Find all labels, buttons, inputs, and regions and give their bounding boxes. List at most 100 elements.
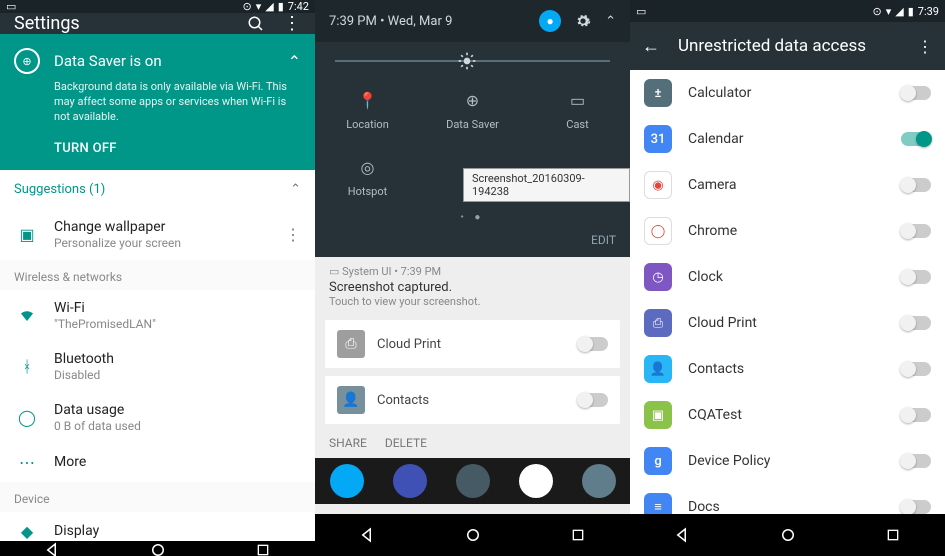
home-button[interactable] (149, 541, 167, 556)
quick-settings-shade: 7:39 PM • Wed, Mar 9 ● ⌃ 📍 Location ⊕ D (315, 0, 630, 257)
app-row[interactable]: ≡Docs (630, 484, 945, 514)
notif-title[interactable]: Screenshot captured. (315, 280, 630, 295)
app-row[interactable]: ▣CQATest (630, 392, 945, 438)
home-button[interactable] (464, 526, 482, 544)
app-row[interactable]: ±Calculator (630, 70, 945, 116)
dock-messages-icon[interactable] (393, 464, 427, 498)
wifi-row[interactable]: Wi-Fi "ThePromisedLAN" (0, 290, 315, 341)
chevron-up-icon[interactable]: ⌃ (605, 14, 616, 29)
toggle[interactable] (901, 270, 931, 284)
dock (315, 458, 630, 504)
tile-cast[interactable]: ▭ Cast (525, 78, 630, 145)
overflow-icon[interactable]: ⋮ (917, 37, 933, 56)
page-title: Settings (14, 13, 229, 34)
dock-camera-icon[interactable] (582, 464, 616, 498)
wifi-icon (14, 306, 40, 324)
hotspot-icon: ◎ (361, 155, 375, 179)
more-row[interactable]: ⋯ More (0, 443, 315, 482)
search-icon[interactable] (247, 15, 265, 33)
display-icon: ◆ (14, 522, 40, 541)
app-row[interactable]: gDevice Policy (630, 438, 945, 484)
back-button[interactable] (674, 526, 692, 544)
data-usage-row[interactable]: ◯ Data usage 0 B of data used (0, 392, 315, 443)
tile-hotspot[interactable]: ◎ Hotspot (315, 145, 420, 212)
chevron-up-icon[interactable]: ⌃ (288, 52, 301, 71)
status-time: 7:39 (918, 5, 939, 18)
toggle[interactable] (901, 86, 931, 100)
dock-apps-icon[interactable] (456, 464, 490, 498)
app-bar: ← Unrestricted data access ⋮ (630, 22, 945, 70)
back-button[interactable] (359, 526, 377, 544)
tile-label: Data Saver (446, 118, 499, 131)
app-row[interactable]: ◉Camera (630, 162, 945, 208)
screenshot-toast: Screenshot_20160309-194238 (463, 168, 630, 202)
toggle[interactable] (901, 362, 931, 376)
app-icon: ⎙ (644, 309, 672, 337)
overflow-icon[interactable]: ⋮ (283, 13, 301, 34)
edit-button[interactable]: EDIT (315, 227, 630, 257)
wallpaper-icon: ▣ (14, 225, 40, 244)
tile-location[interactable]: 📍 Location (315, 78, 420, 145)
toggle[interactable] (578, 337, 608, 351)
app-row[interactable]: ◷Clock (630, 254, 945, 300)
app-row[interactable]: ◯Chrome (630, 208, 945, 254)
screenshot-icon: ▭ (636, 5, 646, 18)
turn-off-button[interactable]: TURN OFF (54, 141, 301, 156)
more-icon: ⋯ (14, 453, 40, 472)
dock-chrome-icon[interactable] (519, 464, 553, 498)
app-row[interactable]: 31Calendar (630, 116, 945, 162)
gear-icon[interactable] (575, 13, 591, 29)
toggle[interactable] (901, 132, 931, 146)
data-saver-banner[interactable]: ⊕ Data Saver is on ⌃ Background data is … (0, 34, 315, 170)
toggle[interactable] (901, 178, 931, 192)
banner-title: Data Saver is on (54, 52, 288, 70)
brightness-icon[interactable] (457, 51, 477, 71)
bluetooth-row[interactable]: ᚼ Bluetooth Disabled (0, 341, 315, 392)
app-label: Docs (688, 499, 901, 514)
home-button[interactable] (779, 526, 797, 544)
data-saver-icon: ⊕ (466, 88, 479, 112)
recents-button[interactable] (570, 527, 586, 543)
quick-settings-panel: 7:39 PM • Wed, Mar 9 ● ⌃ 📍 Location ⊕ D (315, 0, 630, 556)
page-title: Unrestricted data access (678, 36, 917, 56)
toggle[interactable] (901, 408, 931, 422)
toggle[interactable] (578, 393, 608, 407)
app-label: Calendar (688, 131, 901, 147)
app-row[interactable]: ⎙Cloud Print (630, 300, 945, 346)
category-wireless: Wireless & networks (0, 260, 315, 290)
brightness-slider[interactable] (315, 42, 630, 68)
notif-sub: Touch to view your screenshot. (315, 295, 630, 316)
battery-icon: ▮ (278, 0, 284, 13)
back-button[interactable] (44, 541, 62, 556)
user-avatar[interactable]: ● (539, 10, 561, 32)
toggle[interactable] (901, 454, 931, 468)
toggle[interactable] (901, 316, 931, 330)
banner-subtitle: Background data is only available via Wi… (54, 80, 301, 125)
toggle[interactable] (901, 500, 931, 514)
more-label: More (54, 454, 301, 470)
display-row[interactable]: ◆ Display (0, 512, 315, 541)
settings-panel: ▭ ⊙ ▾ ◢ ▮ 7:42 Settings ⋮ ⊕ Data Saver i… (0, 0, 315, 556)
overflow-icon[interactable]: ⋮ (285, 225, 301, 244)
recents-button[interactable] (255, 542, 271, 556)
app-list[interactable]: ±Calculator31Calendar◉Camera◯Chrome◷Cloc… (630, 70, 945, 514)
notif-app-row[interactable]: ⎙ Cloud Print (325, 320, 620, 368)
app-row[interactable]: 👤Contacts (630, 346, 945, 392)
alarm-icon: ⊙ (873, 5, 882, 18)
back-arrow-icon[interactable]: ← (642, 36, 660, 57)
suggestion-row[interactable]: ▣ Change wallpaper Personalize your scre… (0, 209, 315, 260)
notification-area: ▭ System UI • 7:39 PM Screenshot capture… (315, 257, 630, 514)
app-label: Camera (688, 177, 901, 193)
page-indicator: • ● (315, 212, 630, 227)
suggestions-header[interactable]: Suggestions (1) ⌃ (0, 170, 315, 209)
recents-button[interactable] (885, 527, 901, 543)
dock-phone-icon[interactable] (330, 464, 364, 498)
unrestricted-data-panel: ▭ ⊙ ▾ ◢ ▮ 7:39 ← Unrestricted data acces… (630, 0, 945, 556)
toggle[interactable] (901, 224, 931, 238)
notif-app-row[interactable]: 👤 Contacts (325, 376, 620, 424)
share-button[interactable]: SHARE (329, 436, 367, 450)
tile-data-saver[interactable]: ⊕ Data Saver (420, 78, 525, 145)
app-icon: ◯ (644, 217, 672, 245)
suggestions-label: Suggestions (1) (14, 182, 290, 197)
delete-button[interactable]: DELETE (385, 436, 427, 450)
